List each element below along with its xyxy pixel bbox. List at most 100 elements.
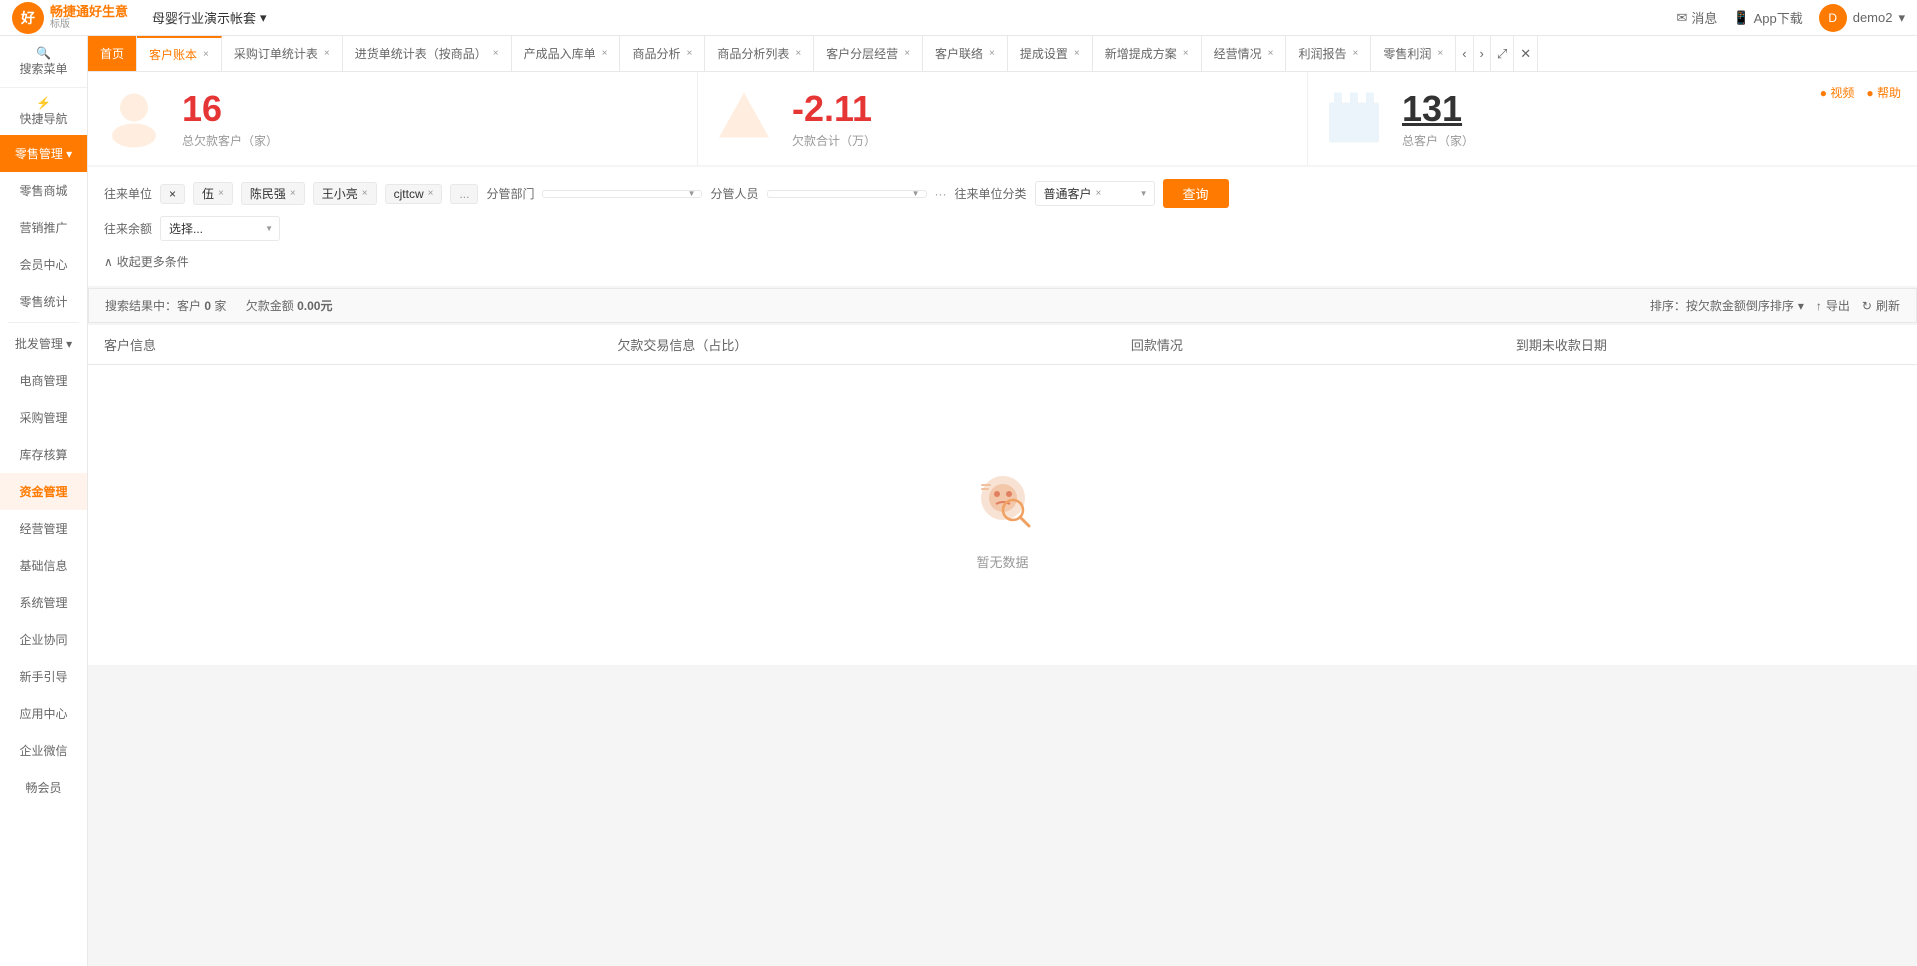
video-btn[interactable]: ● 视频 [1820, 84, 1855, 101]
close-tab-stock[interactable]: × [493, 48, 499, 59]
tab-new-boost-plan[interactable]: 新增提成方案 × [1093, 36, 1202, 72]
tab-customer-accounts[interactable]: 客户账本 × [137, 36, 222, 72]
balance-select[interactable]: 选择... [160, 216, 280, 241]
inventory-label: 库存核算 [19, 448, 67, 462]
wholesale-label: 批发管理 ▾ [15, 337, 72, 351]
filter-tag-chen[interactable]: 陈民强 × [241, 182, 305, 205]
amount-value: 0.00元 [297, 299, 332, 313]
main-layout: 🔍 搜索菜单 ⚡ 快捷导航 零售管理 ▾ 零售商城 营销推广 会员中心 零售统计… [0, 36, 1917, 966]
help-btn[interactable]: ● 帮助 [1866, 84, 1901, 101]
tab-customer-contact[interactable]: 客户联络 × [923, 36, 1008, 72]
dept-select[interactable] [542, 190, 702, 198]
unit-class-x[interactable]: × [1096, 188, 1102, 199]
sidebar-item-ops[interactable]: 经营管理 [0, 510, 87, 547]
sidebar-item-sys-mgmt[interactable]: 系统管理 [0, 584, 87, 621]
tab-ops-status[interactable]: 经营情况 × [1202, 36, 1287, 72]
sidebar-item-retail-stats[interactable]: 零售统计 [0, 283, 87, 320]
message-icon: ✉ [1676, 10, 1687, 26]
unit-class-select[interactable]: 普通客户 × [1035, 181, 1155, 206]
user-menu[interactable]: D demo2 ▾ [1819, 4, 1905, 32]
sidebar-item-marketing[interactable]: 营销推广 [0, 209, 87, 246]
close-tab-retail-profit[interactable]: × [1437, 48, 1443, 59]
query-button[interactable]: 查询 [1163, 179, 1229, 208]
tab-nav-prev[interactable]: ‹ [1456, 36, 1473, 72]
export-btn[interactable]: ↑ 导出 [1816, 297, 1850, 314]
sidebar-search[interactable]: 🔍 搜索菜单 [0, 36, 87, 88]
close-tab-product-analysis[interactable]: × [686, 48, 692, 59]
tab-bar: 首页 客户账本 × 采购订单统计表 × 进货单统计表（按商品） × 产成品入库单… [88, 36, 1917, 72]
filter-tag-x-wang[interactable]: × [362, 188, 368, 199]
collapse-btn[interactable]: ∧ 收起更多条件 [104, 253, 1901, 270]
sidebar-item-member-center[interactable]: 会员中心 [0, 246, 87, 283]
purchase-order-stats-label: 采购订单统计表 [234, 45, 318, 62]
tab-retail-profit[interactable]: 零售利润 × [1371, 36, 1456, 72]
close-tab-customer-contact[interactable]: × [989, 48, 995, 59]
sidebar-item-vip[interactable]: 畅会员 [0, 769, 87, 806]
capital-label: 资金管理 [19, 485, 67, 499]
message-btn[interactable]: ✉ 消息 [1676, 8, 1717, 27]
tab-stock-stats[interactable]: 进货单统计表（按商品） × [343, 36, 512, 72]
filter-tag-x-wu[interactable]: × [218, 188, 224, 199]
sidebar-item-retail-mgmt[interactable]: 零售管理 ▾ [0, 135, 87, 172]
filter-tag-wang[interactable]: 王小亮 × [313, 182, 377, 205]
sidebar-item-wholesale[interactable]: 批发管理 ▾ [0, 325, 87, 362]
stat-label-customers: 总欠款客户（家） [182, 132, 278, 149]
filter-tag-x-all[interactable]: × [169, 187, 176, 201]
tab-nav-next[interactable]: › [1474, 36, 1491, 72]
filter-tag-more[interactable]: ... [450, 184, 478, 204]
filter-tag-label-wu: 伍 [202, 185, 214, 202]
no-data-text: 暂无数据 [976, 552, 1028, 571]
filter-tag-x-cj[interactable]: × [428, 188, 434, 199]
close-tab-new-boost[interactable]: × [1183, 48, 1189, 59]
filter-row-1: 往来单位 × 伍 × 陈民强 × 王小亮 × [104, 179, 1901, 208]
stat-card-amount: -2.11 欠款合计（万） [698, 72, 1308, 165]
tab-boost-settings[interactable]: 提成设置 × [1008, 36, 1093, 72]
sidebar-item-app-center[interactable]: 应用中心 [0, 695, 87, 732]
tab-production-stock[interactable]: 产成品入库单 × [512, 36, 621, 72]
close-tab-customer-accounts[interactable]: × [203, 49, 209, 60]
tab-product-analysis-list[interactable]: 商品分析列表 × [705, 36, 814, 72]
filter-tag-x-chen[interactable]: × [290, 188, 296, 199]
tab-home[interactable]: 首页 [88, 36, 137, 72]
filter-tag-cj[interactable]: cjttcw × [385, 184, 443, 204]
store-selector[interactable]: 母婴行业演示帐套 ▾ [152, 8, 267, 27]
close-tab-boost[interactable]: × [1074, 48, 1080, 59]
close-tab-ops[interactable]: × [1268, 48, 1274, 59]
tab-profit-report[interactable]: 利润报告 × [1286, 36, 1371, 72]
tab-customer-tier[interactable]: 客户分层经营 × [814, 36, 923, 72]
total-bg-icon [1324, 87, 1384, 147]
app-logo: 好 [12, 2, 44, 34]
customer-accounts-label: 客户账本 [149, 46, 197, 63]
tab-product-analysis[interactable]: 商品分析 × [620, 36, 705, 72]
tab-close-all[interactable]: ✕ [1514, 36, 1538, 72]
app-download-btn[interactable]: 📱 App下载 [1733, 8, 1802, 27]
close-tab-product-analysis-list[interactable]: × [795, 48, 801, 59]
user-chevron: ▾ [1898, 10, 1905, 26]
sidebar-item-corp-collab[interactable]: 企业协同 [0, 621, 87, 658]
app-download-label: App下载 [1754, 8, 1803, 27]
tab-purchase-order-stats[interactable]: 采购订单统计表 × [222, 36, 343, 72]
close-tab-customer-tier[interactable]: × [904, 48, 910, 59]
sidebar-item-purchase[interactable]: 采购管理 [0, 399, 87, 436]
sidebar-item-ecom[interactable]: 电商管理 [0, 362, 87, 399]
close-tab-purchase[interactable]: × [324, 48, 330, 59]
sidebar-item-basic-info[interactable]: 基础信息 [0, 547, 87, 584]
close-tab-profit[interactable]: × [1352, 48, 1358, 59]
filter-tag-all[interactable]: × [160, 184, 185, 204]
sidebar-quick-nav[interactable]: ⚡ 快捷导航 [0, 88, 87, 135]
quick-nav-label: 快捷导航 [19, 112, 67, 126]
sort-btn[interactable]: 排序：按欠款金额倒序排序 ▾ [1650, 297, 1804, 314]
results-actions: 排序：按欠款金额倒序排序 ▾ ↑ 导出 ↻ 刷新 [1650, 297, 1900, 314]
retail-mgmt-label: 零售管理 ▾ [15, 147, 72, 161]
person-select[interactable] [767, 190, 927, 198]
sidebar-item-capital[interactable]: 资金管理 [0, 473, 87, 510]
home-tab-label: 首页 [100, 45, 124, 62]
close-tab-production[interactable]: × [602, 48, 608, 59]
tab-expand[interactable]: ⤢ [1491, 36, 1514, 72]
filter-tag-wu[interactable]: 伍 × [193, 182, 233, 205]
sidebar-item-new-guide[interactable]: 新手引导 [0, 658, 87, 695]
sidebar-item-inventory[interactable]: 库存核算 [0, 436, 87, 473]
refresh-btn[interactable]: ↻ 刷新 [1862, 297, 1900, 314]
sidebar-item-retail-mall[interactable]: 零售商城 [0, 172, 87, 209]
sidebar-item-corp-wechat[interactable]: 企业微信 [0, 732, 87, 769]
